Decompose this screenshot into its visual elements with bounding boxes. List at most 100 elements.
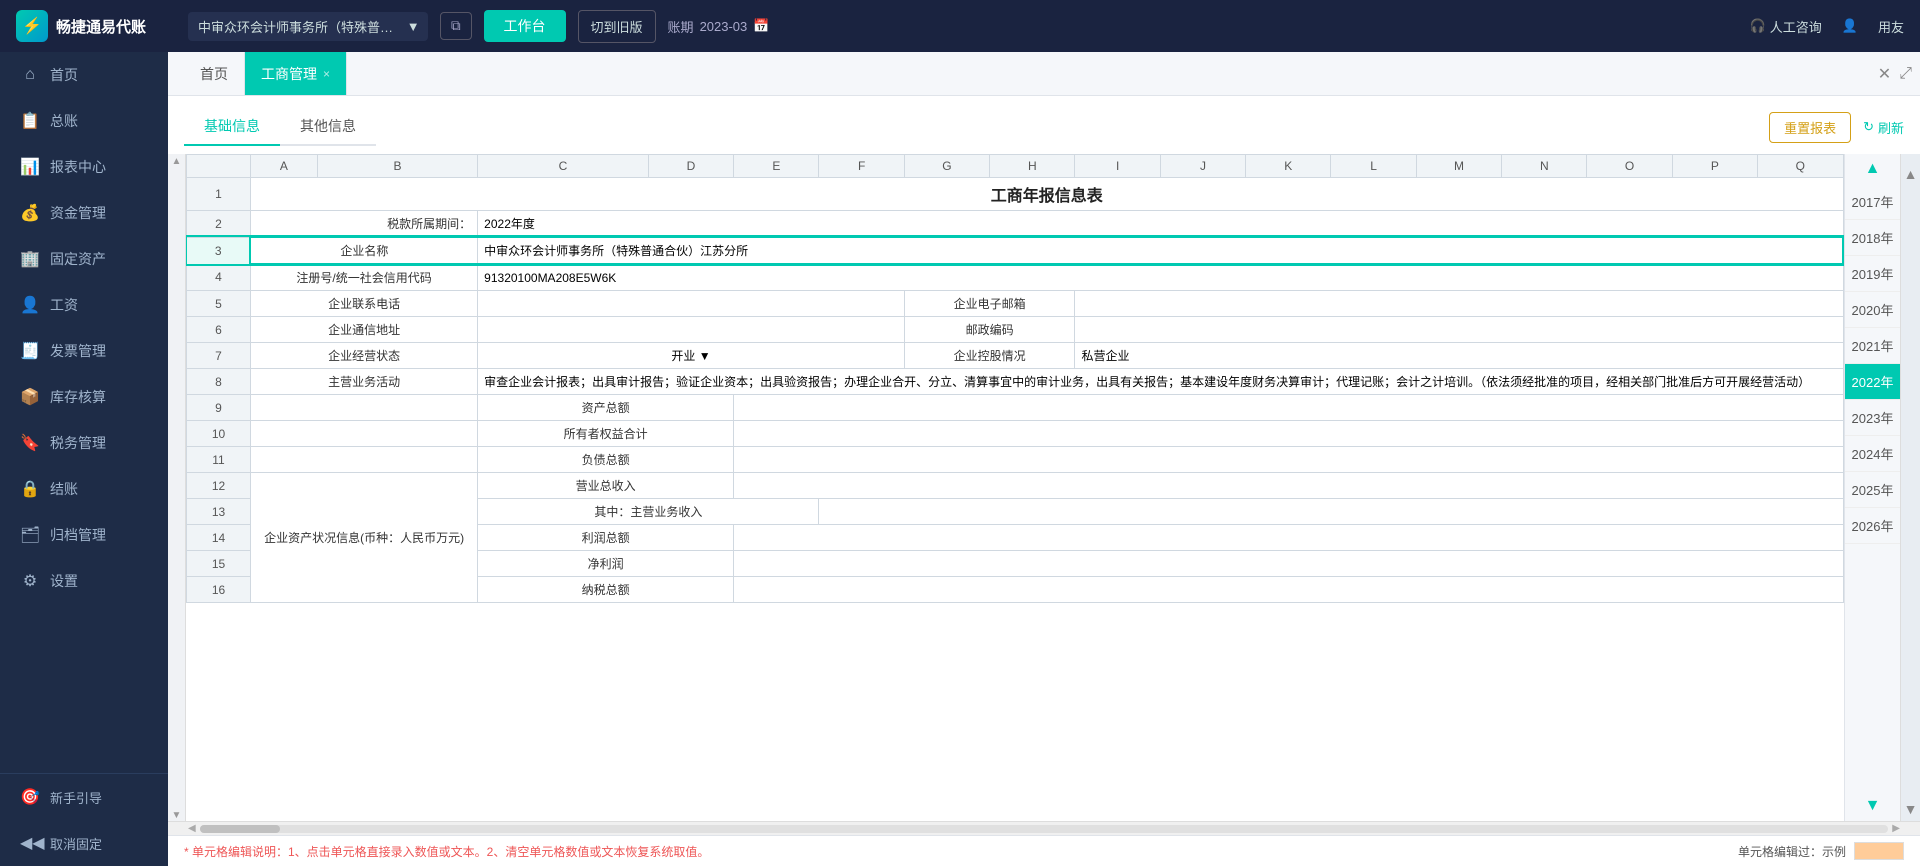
table-cell[interactable]: 税款所属期间： bbox=[250, 211, 477, 238]
table-cell[interactable]: 企业电子邮箱 bbox=[904, 291, 1075, 317]
table-cell[interactable]: 企业资产状况信息(币种：人民币万元) bbox=[250, 473, 477, 603]
h-scroll-thumb[interactable] bbox=[200, 825, 280, 833]
col-header-A[interactable]: A bbox=[250, 155, 317, 178]
table-cell[interactable] bbox=[819, 499, 1843, 525]
table-cell[interactable] bbox=[250, 421, 477, 447]
h-scrollbar[interactable]: ◀ ▶ bbox=[168, 821, 1920, 835]
calendar-icon[interactable]: 📅 bbox=[753, 18, 769, 34]
sidebar-item-home[interactable]: ⌂首页 bbox=[0, 52, 168, 98]
table-cell[interactable]: 注册号/统一社会信用代码 bbox=[250, 264, 477, 291]
table-cell[interactable]: 企业控股情况 bbox=[904, 343, 1075, 369]
sidebar-item-salary[interactable]: 👤工资 bbox=[0, 282, 168, 328]
sidebar-item-report[interactable]: 📊报表中心 bbox=[0, 144, 168, 190]
sidebar-item-finance[interactable]: 💰资金管理 bbox=[0, 190, 168, 236]
close-window-icon[interactable]: ✕ bbox=[1878, 64, 1891, 84]
year-item-2021年[interactable]: 2021年 bbox=[1845, 328, 1900, 364]
table-cell[interactable] bbox=[734, 395, 1843, 421]
table-cell[interactable]: 营业总收入 bbox=[478, 473, 734, 499]
collapse-icon-down[interactable]: ▼ bbox=[1902, 797, 1920, 821]
year-nav-up[interactable]: ▲ bbox=[1845, 154, 1900, 184]
sidebar-item-close[interactable]: 🔒结账 bbox=[0, 466, 168, 512]
table-cell[interactable]: 主营业务活动 bbox=[250, 369, 477, 395]
year-item-2024年[interactable]: 2024年 bbox=[1845, 436, 1900, 472]
spreadsheet-scroll[interactable]: ABCDEFGHIJKLMNOPQ1工商年报信息表2税款所属期间：2022年度3… bbox=[186, 154, 1844, 821]
table-cell[interactable]: 其中：主营业务收入 bbox=[478, 499, 819, 525]
sidebar-item-archive[interactable]: 🗂归档管理 bbox=[0, 512, 168, 558]
table-cell[interactable]: 纳税总额 bbox=[478, 577, 734, 603]
company-selector[interactable]: 中审众环会计师事务所（特殊普通合伙... ▼ bbox=[188, 12, 428, 41]
table-cell[interactable]: 私营企业 bbox=[1075, 343, 1843, 369]
sidebar-item-assets[interactable]: 🏢固定资产 bbox=[0, 236, 168, 282]
col-header-D[interactable]: D bbox=[648, 155, 733, 178]
table-cell[interactable] bbox=[734, 421, 1843, 447]
col-header-Q[interactable]: Q bbox=[1758, 155, 1843, 178]
table-cell[interactable]: 利润总额 bbox=[478, 525, 734, 551]
col-header-C[interactable]: C bbox=[478, 155, 649, 178]
table-cell[interactable] bbox=[478, 291, 905, 317]
table-cell[interactable]: 2022年度 bbox=[478, 211, 1843, 238]
table-cell[interactable]: 企业名称 bbox=[250, 237, 477, 264]
col-header-I[interactable]: I bbox=[1075, 155, 1160, 178]
refresh-button[interactable]: ↻ 刷新 bbox=[1863, 118, 1904, 137]
collapse-icon-up[interactable]: ▲ bbox=[1902, 162, 1920, 186]
sidebar-item-ledger[interactable]: 📋总账 bbox=[0, 98, 168, 144]
table-cell[interactable] bbox=[734, 551, 1843, 577]
table-cell[interactable]: 91320100MA208E5W6K bbox=[478, 264, 1843, 291]
sub-tab-basic[interactable]: 基础信息 bbox=[184, 108, 280, 146]
sidebar-item-invoice[interactable]: 🧾发票管理 bbox=[0, 328, 168, 374]
table-cell[interactable]: 工商年报信息表 bbox=[250, 178, 1843, 211]
sidebar-item-newbie[interactable]: 🎯 新手引导 bbox=[0, 774, 168, 820]
table-cell[interactable]: 企业联系电话 bbox=[250, 291, 477, 317]
year-item-2020年[interactable]: 2020年 bbox=[1845, 292, 1900, 328]
year-nav-down[interactable]: ▼ bbox=[1845, 791, 1900, 821]
service-button[interactable]: 🎧 人工咨询 bbox=[1750, 17, 1822, 36]
workbench-button[interactable]: 工作台 bbox=[484, 10, 566, 42]
table-cell[interactable] bbox=[478, 317, 905, 343]
col-header-G[interactable]: G bbox=[904, 155, 989, 178]
year-item-2023年[interactable]: 2023年 bbox=[1845, 400, 1900, 436]
col-header-J[interactable]: J bbox=[1160, 155, 1245, 178]
year-item-2026年[interactable]: 2026年 bbox=[1845, 508, 1900, 544]
col-header-F[interactable]: F bbox=[819, 155, 904, 178]
table-cell[interactable]: 企业经营状态 bbox=[250, 343, 477, 369]
year-item-2019年[interactable]: 2019年 bbox=[1845, 256, 1900, 292]
left-scroll[interactable]: ▲ ▼ bbox=[168, 154, 186, 821]
col-header-H[interactable]: H bbox=[990, 155, 1075, 178]
table-cell[interactable] bbox=[734, 525, 1843, 551]
sidebar-item-inventory[interactable]: 📦库存核算 bbox=[0, 374, 168, 420]
table-cell[interactable] bbox=[250, 447, 477, 473]
col-header-M[interactable]: M bbox=[1416, 155, 1501, 178]
table-cell[interactable]: 邮政编码 bbox=[904, 317, 1075, 343]
year-item-2025年[interactable]: 2025年 bbox=[1845, 472, 1900, 508]
table-cell[interactable]: 开业 ▼ bbox=[478, 343, 905, 369]
tab-close-icon[interactable]: × bbox=[323, 67, 330, 81]
table-cell[interactable]: 所有者权益合计 bbox=[478, 421, 734, 447]
col-header-B[interactable]: B bbox=[317, 155, 477, 178]
reset-report-button[interactable]: 重置报表 bbox=[1769, 112, 1851, 143]
table-cell[interactable] bbox=[734, 577, 1843, 603]
table-cell[interactable] bbox=[734, 447, 1843, 473]
tab-business[interactable]: 工商管理 × bbox=[245, 52, 347, 95]
year-item-2018年[interactable]: 2018年 bbox=[1845, 220, 1900, 256]
table-cell[interactable]: 中审众环会计师事务所（特殊普通合伙）江苏分所 bbox=[478, 237, 1843, 264]
side-collapse[interactable]: ▲ ▼ bbox=[1900, 154, 1920, 821]
table-cell[interactable] bbox=[1075, 291, 1843, 317]
maximize-icon[interactable]: ⤢ bbox=[1899, 65, 1912, 83]
table-cell[interactable] bbox=[250, 395, 477, 421]
table-cell[interactable]: 负债总额 bbox=[478, 447, 734, 473]
table-cell[interactable]: 资产总额 bbox=[478, 395, 734, 421]
table-cell[interactable] bbox=[734, 473, 1843, 499]
col-header-P[interactable]: P bbox=[1672, 155, 1757, 178]
table-cell[interactable]: 企业通信地址 bbox=[250, 317, 477, 343]
year-item-2022年[interactable]: 2022年 bbox=[1845, 364, 1900, 400]
tab-home[interactable]: 首页 bbox=[184, 52, 245, 95]
sidebar-item-tax[interactable]: 🔖税务管理 bbox=[0, 420, 168, 466]
table-cell[interactable]: 净利润 bbox=[478, 551, 734, 577]
copy-button[interactable]: ⧉ bbox=[440, 12, 472, 40]
sidebar-item-unfix[interactable]: ◀◀ 取消固定 bbox=[0, 820, 168, 866]
col-header-K[interactable]: K bbox=[1246, 155, 1331, 178]
oldver-button[interactable]: 切到旧版 bbox=[578, 10, 656, 43]
sub-tab-other[interactable]: 其他信息 bbox=[280, 108, 376, 146]
col-header-L[interactable]: L bbox=[1331, 155, 1416, 178]
col-header-E[interactable]: E bbox=[734, 155, 819, 178]
